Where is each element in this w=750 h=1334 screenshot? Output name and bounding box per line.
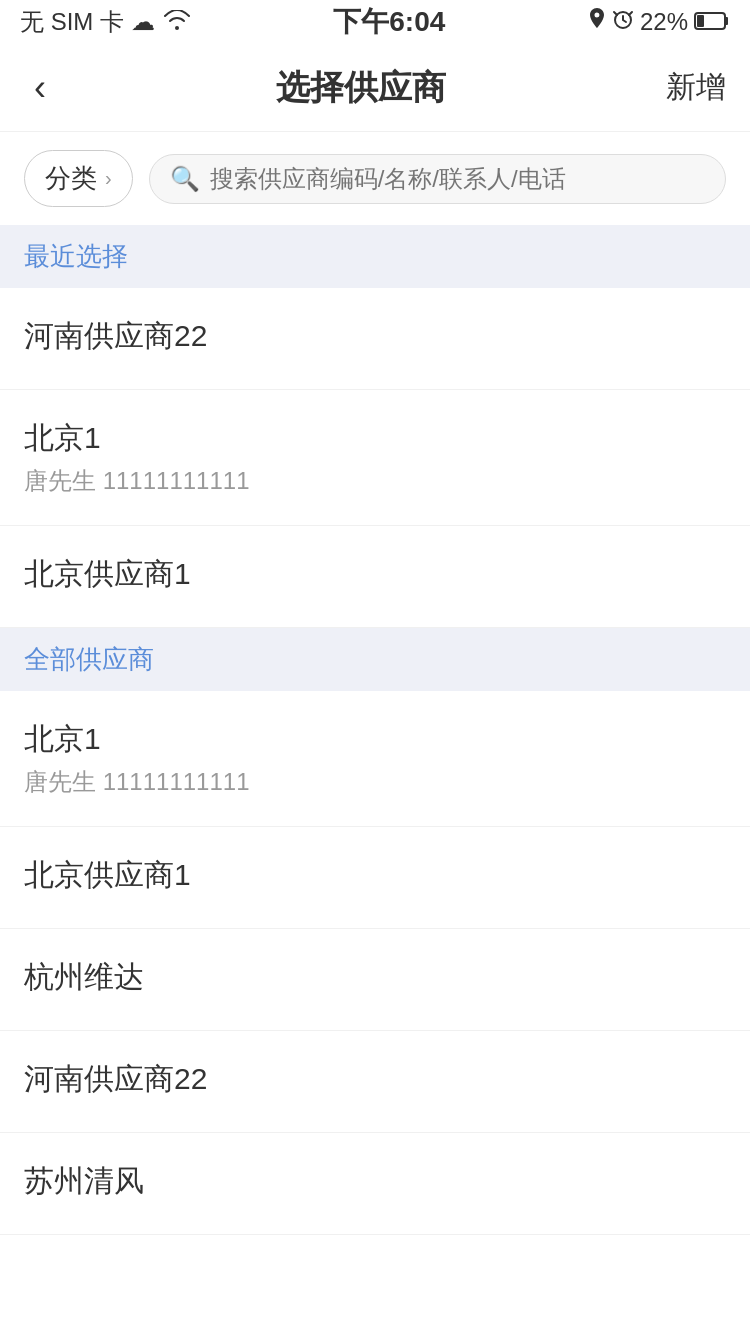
filter-row: 分类 › 🔍 bbox=[0, 132, 750, 225]
supplier-name: 北京供应商1 bbox=[24, 554, 726, 595]
alarm-icon bbox=[612, 8, 634, 36]
supplier-name: 苏州清风 bbox=[24, 1161, 726, 1202]
new-action-button[interactable]: 新增 bbox=[666, 67, 726, 108]
battery-icon bbox=[694, 8, 730, 36]
status-time: 下午6:04 bbox=[333, 3, 445, 41]
supplier-sub: 唐先生 11111111111 bbox=[24, 766, 726, 798]
nav-bar: ‹ 选择供应商 新增 bbox=[0, 44, 750, 132]
supplier-sub: 唐先生 11111111111 bbox=[24, 465, 726, 497]
sim-label: 无 SIM 卡 ☁ bbox=[20, 6, 155, 38]
list-item[interactable]: 北京供应商1 bbox=[0, 526, 750, 628]
search-box: 🔍 bbox=[149, 154, 726, 204]
list-item[interactable]: 河南供应商22 bbox=[0, 1031, 750, 1133]
category-button[interactable]: 分类 › bbox=[24, 150, 133, 207]
chevron-right-icon: › bbox=[105, 167, 112, 190]
supplier-name: 北京1 bbox=[24, 418, 726, 459]
list-item[interactable]: 北京1 唐先生 11111111111 bbox=[0, 691, 750, 827]
list-item[interactable]: 苏州清风 bbox=[0, 1133, 750, 1235]
all-section-header: 全部供应商 bbox=[0, 628, 750, 691]
status-right: 22% bbox=[588, 8, 730, 36]
supplier-name: 河南供应商22 bbox=[24, 316, 726, 357]
status-bar: 无 SIM 卡 ☁ 下午6:04 22% bbox=[0, 0, 750, 44]
back-button[interactable]: ‹ bbox=[24, 57, 56, 119]
supplier-name: 杭州维达 bbox=[24, 957, 726, 998]
list-item[interactable]: 北京1 唐先生 11111111111 bbox=[0, 390, 750, 526]
search-input[interactable] bbox=[210, 165, 705, 193]
svg-rect-3 bbox=[697, 15, 704, 27]
nav-title: 选择供应商 bbox=[276, 65, 446, 111]
category-label: 分类 bbox=[45, 161, 97, 196]
supplier-name: 北京供应商1 bbox=[24, 855, 726, 896]
wifi-icon bbox=[163, 8, 191, 36]
supplier-name: 北京1 bbox=[24, 719, 726, 760]
supplier-name: 河南供应商22 bbox=[24, 1059, 726, 1100]
recent-section-header: 最近选择 bbox=[0, 225, 750, 288]
list-item[interactable]: 北京供应商1 bbox=[0, 827, 750, 929]
battery-label: 22% bbox=[640, 8, 688, 36]
status-left: 无 SIM 卡 ☁ bbox=[20, 6, 191, 38]
search-icon: 🔍 bbox=[170, 165, 200, 193]
svg-rect-2 bbox=[725, 17, 728, 25]
list-item[interactable]: 河南供应商22 bbox=[0, 288, 750, 390]
location-icon bbox=[588, 8, 606, 36]
list-item[interactable]: 杭州维达 bbox=[0, 929, 750, 1031]
